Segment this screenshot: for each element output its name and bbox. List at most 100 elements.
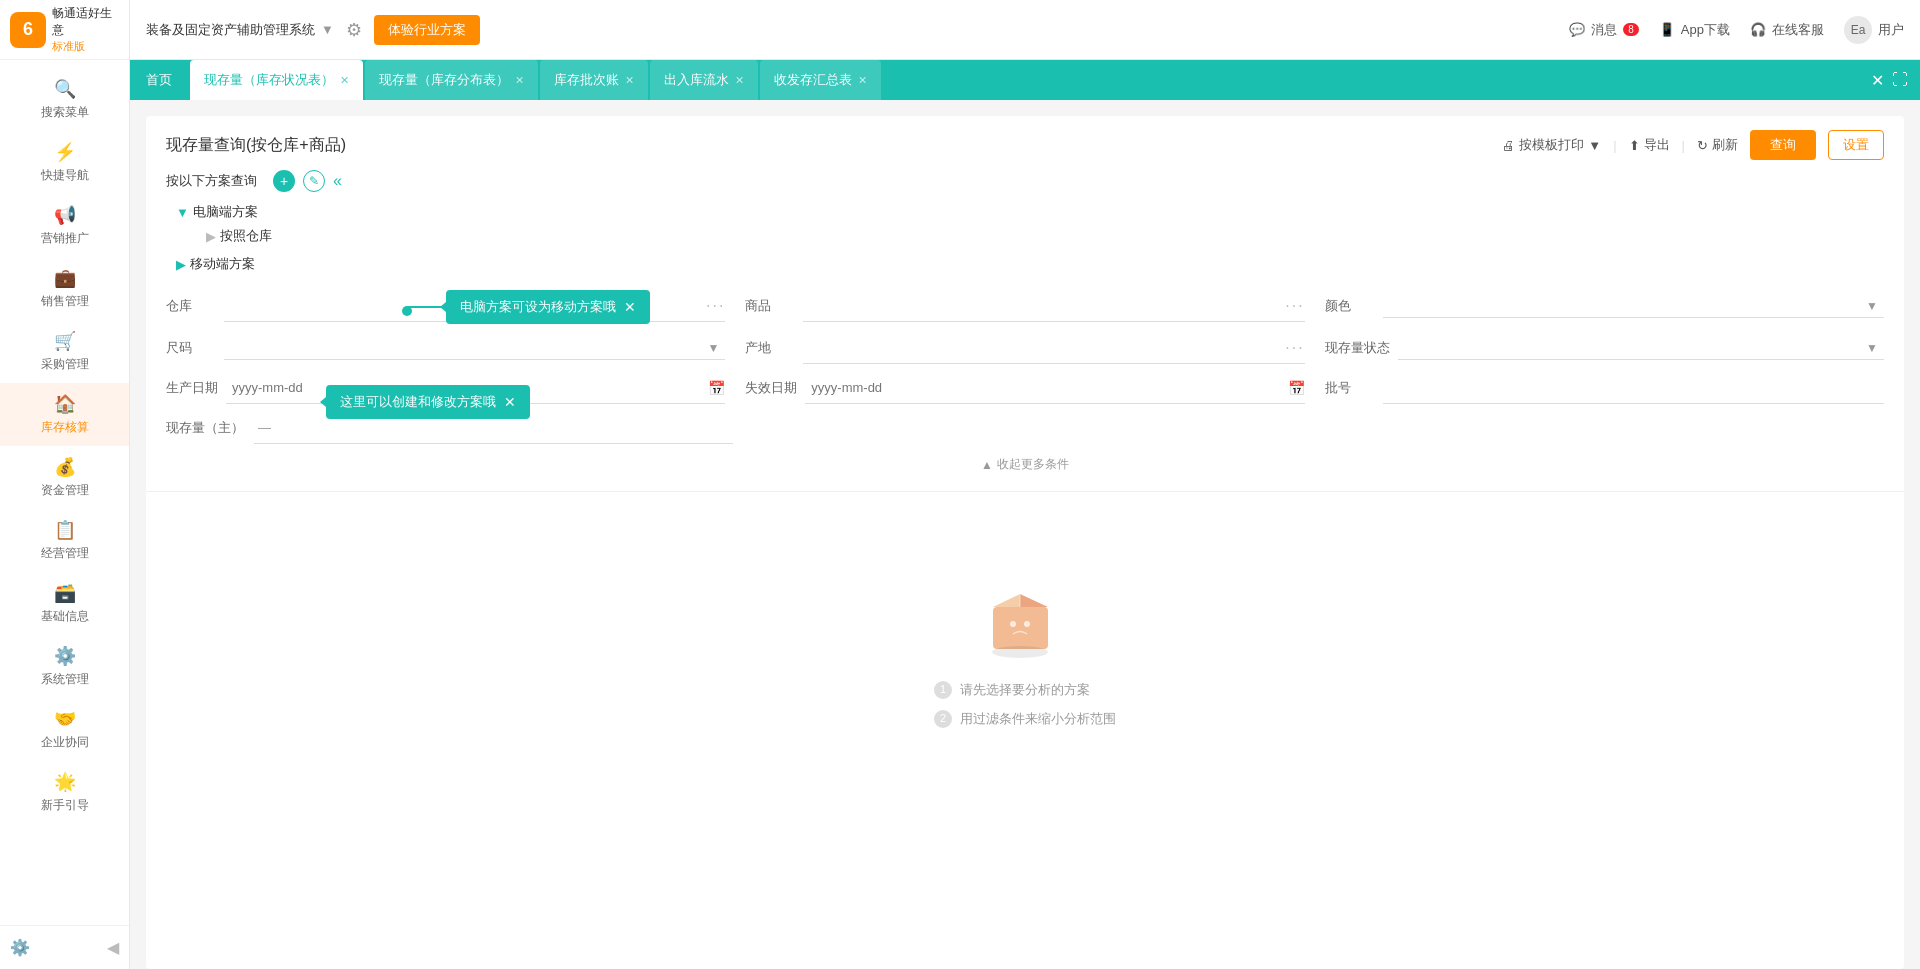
- header-right: 💬 消息 8 📱 App下载 🎧 在线客服 Ea 用户: [1569, 16, 1904, 44]
- export-label: 导出: [1644, 136, 1670, 154]
- origin-dots-icon[interactable]: ···: [1285, 339, 1304, 357]
- stock-main-input[interactable]: [275, 416, 733, 439]
- tab-close-icon[interactable]: ✕: [625, 74, 634, 87]
- filter-collapse-btn[interactable]: ▲ 收起更多条件: [166, 448, 1884, 481]
- plan-tree: ▼ 电脑端方案 ▶ 按照仓库 这里可以创建和修改方案哦 ✕ ▶ 移动端方案: [166, 200, 1884, 276]
- tab-summary[interactable]: 收发存汇总表 ✕: [760, 60, 881, 100]
- sidebar-item-quicknav[interactable]: ⚡ 快捷导航: [0, 131, 129, 194]
- tab-home[interactable]: 首页: [130, 60, 188, 100]
- stock-status-select[interactable]: ▼: [1398, 337, 1884, 360]
- tab-close-icon[interactable]: ✕: [515, 74, 524, 87]
- prod-date-label: 生产日期: [166, 379, 218, 397]
- tab-label: 现存量（库存状况表）: [204, 71, 334, 89]
- batch-input[interactable]: [1383, 376, 1884, 399]
- sidebar-item-operations[interactable]: 📋 经营管理: [0, 509, 129, 572]
- headset-icon: 🎧: [1750, 22, 1766, 37]
- plan-mobile[interactable]: ▶ 移动端方案: [176, 252, 1884, 276]
- warehouse-label: 仓库: [166, 297, 216, 315]
- tab-close-icon[interactable]: ✕: [735, 74, 744, 87]
- sidebar-item-marketing[interactable]: 📢 营销推广: [0, 194, 129, 257]
- tab-batch[interactable]: 库存批次账 ✕: [540, 60, 648, 100]
- exp-date-input[interactable]: [805, 376, 1287, 399]
- tab-close-icon[interactable]: ✕: [340, 74, 349, 87]
- sidebar-item-guide[interactable]: 🌟 新手引导: [0, 761, 129, 824]
- tooltip-edit: 这里可以创建和修改方案哦 ✕: [326, 385, 530, 419]
- sidebar-item-finance[interactable]: 💰 资金管理: [0, 446, 129, 509]
- sidebar-item-enterprise[interactable]: 🤝 企业协同: [0, 698, 129, 761]
- tooltip-edit-text: 这里可以创建和修改方案哦: [340, 393, 496, 411]
- batch-label: 批号: [1325, 379, 1375, 397]
- goods-dots-icon[interactable]: ···: [1285, 297, 1304, 315]
- stock-status-chevron-icon: ▼: [1866, 341, 1878, 355]
- sidebar-item-system[interactable]: ⚙️ 系统管理: [0, 635, 129, 698]
- tab-inventory-status[interactable]: 现存量（库存状况表） ✕: [190, 60, 363, 100]
- online-support-label: 在线客服: [1772, 21, 1824, 39]
- export-btn[interactable]: ⬆ 导出: [1629, 136, 1670, 154]
- refresh-label: 刷新: [1712, 136, 1738, 154]
- page-title: 现存量查询(按仓库+商品): [166, 135, 346, 156]
- filter-add-button[interactable]: +: [273, 170, 295, 192]
- plan-desktop[interactable]: ▼ 电脑端方案: [176, 200, 1884, 224]
- sidebar-item-sales[interactable]: 💼 销售管理: [0, 257, 129, 320]
- tab-fullscreen-icon[interactable]: ⛶: [1892, 71, 1908, 89]
- filter-edit-button[interactable]: ✎: [303, 170, 325, 192]
- sidebar-item-label: 经营管理: [41, 545, 89, 562]
- filter-arrow-button[interactable]: «: [333, 172, 342, 190]
- filter-plan-row: 按以下方案查询 + ✎ « 电脑方案可设为移动方案哦 ✕: [166, 170, 1884, 192]
- guide-icon: 🌟: [54, 771, 76, 793]
- header-left: 装备及固定资产辅助管理系统 ▼ ⚙ 体验行业方案: [146, 15, 480, 45]
- tooltip-scheme-close[interactable]: ✕: [624, 299, 636, 315]
- page-actions: 🖨 按模板打印 ▼ | ⬆ 导出 | ↻ 刷新 查询 设置: [1502, 130, 1884, 160]
- plan-mobile-expand-icon: ▶: [176, 257, 186, 272]
- svg-point-6: [1024, 621, 1030, 627]
- sidebar-item-purchase[interactable]: 🛒 采购管理: [0, 320, 129, 383]
- collapse-icon[interactable]: ◀: [107, 938, 119, 957]
- settings-bottom-icon[interactable]: ⚙️: [10, 938, 30, 957]
- empty-state: 1 请先选择要分析的方案 2 用过滤条件来缩小分析范围: [146, 492, 1904, 811]
- query-button[interactable]: 查询: [1750, 130, 1816, 160]
- sidebar-item-label: 基础信息: [41, 608, 89, 625]
- system-name-select[interactable]: 装备及固定资产辅助管理系统 ▼: [146, 21, 334, 39]
- sidebar-item-label: 销售管理: [41, 293, 89, 310]
- print-btn[interactable]: 🖨 按模板打印 ▼: [1502, 136, 1601, 154]
- size-select[interactable]: ▼: [224, 337, 725, 360]
- warehouse-dots-icon[interactable]: ···: [706, 297, 725, 315]
- app-download-item[interactable]: 📱 App下载: [1659, 21, 1730, 39]
- refresh-btn[interactable]: ↻ 刷新: [1697, 136, 1738, 154]
- sidebar-item-inventory[interactable]: 🏠 库存核算: [0, 383, 129, 446]
- online-support-item[interactable]: 🎧 在线客服: [1750, 21, 1824, 39]
- tab-close-icon[interactable]: ✕: [858, 74, 867, 87]
- sidebar-item-search[interactable]: 🔍 搜索菜单: [0, 68, 129, 131]
- stock-status-label: 现存量状态: [1325, 339, 1390, 357]
- tab-close-all-icon[interactable]: ✕: [1871, 71, 1884, 90]
- origin-input[interactable]: [803, 336, 1285, 359]
- header-settings-icon[interactable]: ⚙: [346, 19, 362, 41]
- stock-main-dash: —: [254, 420, 275, 435]
- prod-date-calendar-icon[interactable]: 📅: [708, 380, 725, 396]
- svg-marker-1: [993, 594, 1020, 607]
- phone-icon: 📱: [1659, 22, 1675, 37]
- color-select[interactable]: ▼: [1383, 295, 1884, 318]
- plan-item-icon: ▶: [206, 229, 216, 244]
- user-item[interactable]: Ea 用户: [1844, 16, 1904, 44]
- reset-button[interactable]: 设置: [1828, 130, 1884, 160]
- sidebar-item-label: 系统管理: [41, 671, 89, 688]
- tab-flow[interactable]: 出入库流水 ✕: [650, 60, 758, 100]
- trial-button[interactable]: 体验行业方案: [374, 15, 480, 45]
- tab-inventory-dist[interactable]: 现存量（库存分布表） ✕: [365, 60, 538, 100]
- filter-field-stock-status: 现存量状态 ▼: [1325, 332, 1884, 364]
- origin-label: 产地: [745, 339, 795, 357]
- message-item[interactable]: 💬 消息 8: [1569, 21, 1639, 39]
- print-dropdown-icon: ▼: [1588, 138, 1601, 153]
- tooltip-edit-close[interactable]: ✕: [504, 394, 516, 410]
- sidebar-item-base[interactable]: 🗃️ 基础信息: [0, 572, 129, 635]
- plan-desktop-item-0[interactable]: ▶ 按照仓库: [196, 224, 1884, 248]
- tab-label: 收发存汇总表: [774, 71, 852, 89]
- hint-num-2: 2: [934, 710, 952, 728]
- hint-text-1: 请先选择要分析的方案: [960, 678, 1090, 701]
- svg-marker-2: [1020, 594, 1048, 607]
- tab-label: 出入库流水: [664, 71, 729, 89]
- marketing-icon: 📢: [54, 204, 76, 226]
- goods-input[interactable]: [803, 294, 1285, 317]
- exp-date-calendar-icon[interactable]: 📅: [1288, 380, 1305, 396]
